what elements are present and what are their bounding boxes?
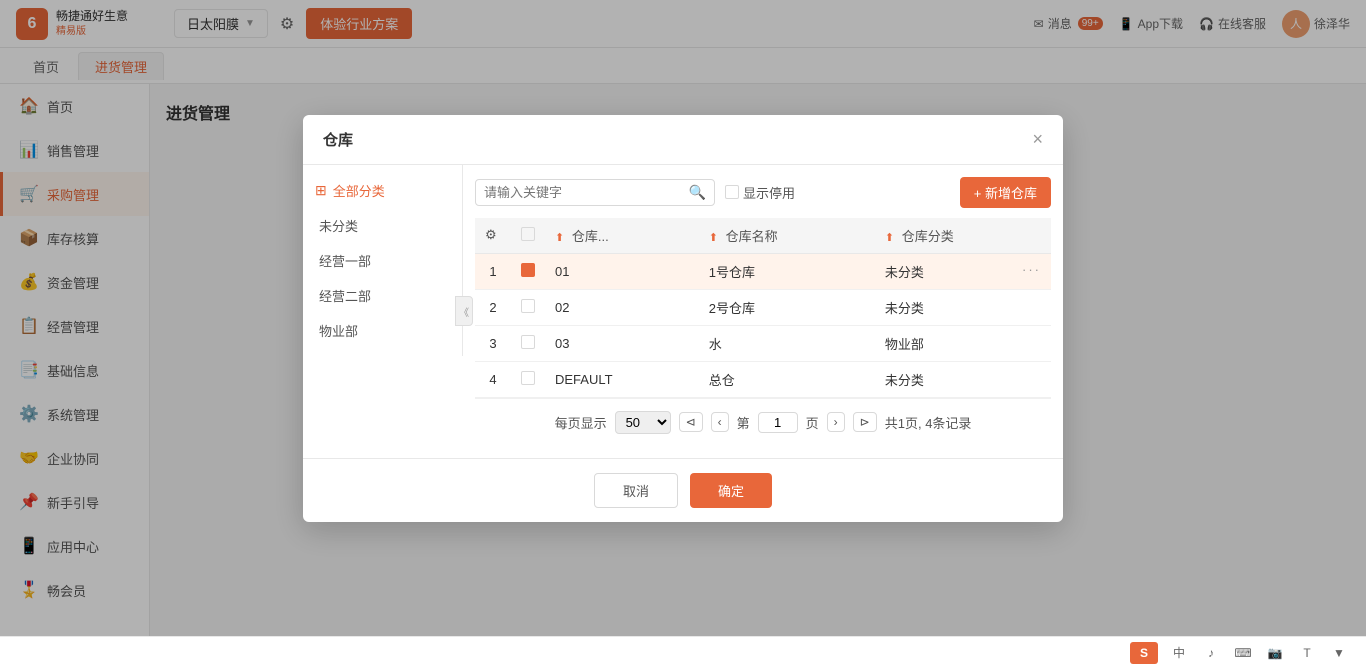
- table-header-row: ⚙ ⬆ 仓库... ⬆: [475, 218, 1051, 254]
- prev-page-button[interactable]: ‹: [711, 412, 729, 432]
- row-code: DEFAULT: [545, 361, 699, 397]
- modal-close-button[interactable]: ×: [1032, 129, 1043, 150]
- bottom-bar: S 中 ♪ ⌨ 📷 T ▼: [0, 636, 1366, 668]
- row-check-box[interactable]: [521, 371, 535, 385]
- cancel-button[interactable]: 取消: [594, 473, 678, 508]
- table-row[interactable]: 1 01 1号仓库 未分类···: [475, 253, 1051, 289]
- keyboard-icon[interactable]: ⌨: [1232, 642, 1254, 664]
- row-category: 未分类···: [875, 253, 1051, 289]
- search-box: 🔍: [475, 179, 715, 206]
- row-checkbox[interactable]: [511, 361, 545, 397]
- table-toolbar: 🔍 显示停用 + 新增仓库: [475, 177, 1051, 208]
- name-sort-icon: ⬆: [709, 232, 718, 244]
- table-row[interactable]: 4 DEFAULT 总仓 未分类: [475, 361, 1051, 397]
- table-body: 1 01 1号仓库 未分类··· 2 02 2号仓库 未分类 3 03 水 物业…: [475, 253, 1051, 397]
- modal-header: 仓库 ×: [303, 115, 1063, 165]
- row-check-box[interactable]: [521, 299, 535, 313]
- th-settings: ⚙: [475, 218, 511, 254]
- row-number: 1: [475, 253, 511, 289]
- row-check-box[interactable]: [521, 263, 535, 277]
- search-icon: 🔍: [689, 184, 706, 201]
- show-disabled-checkbox-box: [725, 185, 739, 199]
- page-size-select[interactable]: 50 100: [615, 411, 671, 434]
- row-number: 4: [475, 361, 511, 397]
- table-area: 🔍 显示停用 + 新增仓库 ⚙: [463, 165, 1063, 458]
- row-number: 3: [475, 325, 511, 361]
- category-collapse-button[interactable]: 《: [455, 296, 473, 326]
- row-number: 2: [475, 289, 511, 325]
- row-name: 水: [699, 325, 875, 361]
- audio-icon[interactable]: ♪: [1200, 642, 1222, 664]
- category-sort-icon: ⬆: [885, 232, 894, 244]
- modal-body: ⊞ 全部分类 未分类 经营一部 经营二部 物业部 《: [303, 165, 1063, 458]
- row-category: 未分类: [875, 289, 1051, 325]
- add-warehouse-button[interactable]: + 新增仓库: [960, 177, 1051, 208]
- per-page-dropdown[interactable]: 50 100: [615, 411, 671, 434]
- zh-input-icon[interactable]: 中: [1168, 642, 1190, 664]
- row-code: 02: [545, 289, 699, 325]
- show-disabled-checkbox[interactable]: 显示停用: [725, 183, 795, 202]
- category-ops2[interactable]: 经营二部: [303, 278, 462, 313]
- settings-col-icon: ⚙: [485, 227, 497, 242]
- camera-icon[interactable]: 📷: [1264, 642, 1286, 664]
- code-sort-icon: ⬆: [555, 232, 564, 244]
- th-name: ⬆ 仓库名称: [699, 218, 875, 254]
- warehouse-modal: 仓库 × ⊞ 全部分类 未分类 经营一部: [303, 115, 1063, 522]
- row-checkbox[interactable]: [511, 289, 545, 325]
- pagination: 每页显示 50 100 ⊲ ‹ 第 页 › ⊳ 共1页, 4条记录: [475, 398, 1051, 446]
- category-property[interactable]: 物业部: [303, 313, 462, 348]
- modal-overlay[interactable]: 仓库 × ⊞ 全部分类 未分类 经营一部: [0, 0, 1366, 636]
- th-checkbox: [511, 218, 545, 254]
- row-category: 未分类: [875, 361, 1051, 397]
- row-code: 01: [545, 253, 699, 289]
- row-name: 2号仓库: [699, 289, 875, 325]
- table-row[interactable]: 2 02 2号仓库 未分类: [475, 289, 1051, 325]
- category-ops1[interactable]: 经营一部: [303, 243, 462, 278]
- th-category: ⬆ 仓库分类: [875, 218, 1051, 254]
- next-page-button[interactable]: ›: [827, 412, 845, 432]
- select-all-checkbox[interactable]: [521, 227, 535, 241]
- row-check-box[interactable]: [521, 335, 535, 349]
- table-container: ⚙ ⬆ 仓库... ⬆: [475, 218, 1051, 398]
- confirm-button[interactable]: 确定: [690, 473, 772, 508]
- modal-title: 仓库: [323, 129, 353, 150]
- table-row[interactable]: 3 03 水 物业部: [475, 325, 1051, 361]
- row-checkbox[interactable]: [511, 325, 545, 361]
- row-name: 总仓: [699, 361, 875, 397]
- row-code: 03: [545, 325, 699, 361]
- category-sidebar: ⊞ 全部分类 未分类 经营一部 经营二部 物业部 《: [303, 165, 463, 356]
- row-category: 物业部: [875, 325, 1051, 361]
- search-input[interactable]: [484, 185, 689, 200]
- first-page-button[interactable]: ⊲: [679, 412, 703, 432]
- expand-icon[interactable]: ▼: [1328, 642, 1350, 664]
- row-checkbox[interactable]: [511, 253, 545, 289]
- last-page-button[interactable]: ⊳: [853, 412, 877, 432]
- bottom-icons: S 中 ♪ ⌨ 📷 T ▼: [1130, 642, 1350, 664]
- grid-icon: ⊞: [315, 182, 327, 199]
- text-icon[interactable]: T: [1296, 642, 1318, 664]
- s-logo: S: [1130, 642, 1158, 664]
- warehouse-table: ⚙ ⬆ 仓库... ⬆: [475, 218, 1051, 398]
- category-uncategorized[interactable]: 未分类: [303, 208, 462, 243]
- page-number-input[interactable]: [758, 412, 798, 433]
- row-action[interactable]: ···: [1022, 262, 1041, 277]
- category-sidebar-wrapper: ⊞ 全部分类 未分类 经营一部 经营二部 物业部 《: [303, 165, 463, 458]
- category-all[interactable]: ⊞ 全部分类: [303, 173, 462, 208]
- th-code: ⬆ 仓库...: [545, 218, 699, 254]
- row-name: 1号仓库: [699, 253, 875, 289]
- modal-footer: 取消 确定: [303, 458, 1063, 522]
